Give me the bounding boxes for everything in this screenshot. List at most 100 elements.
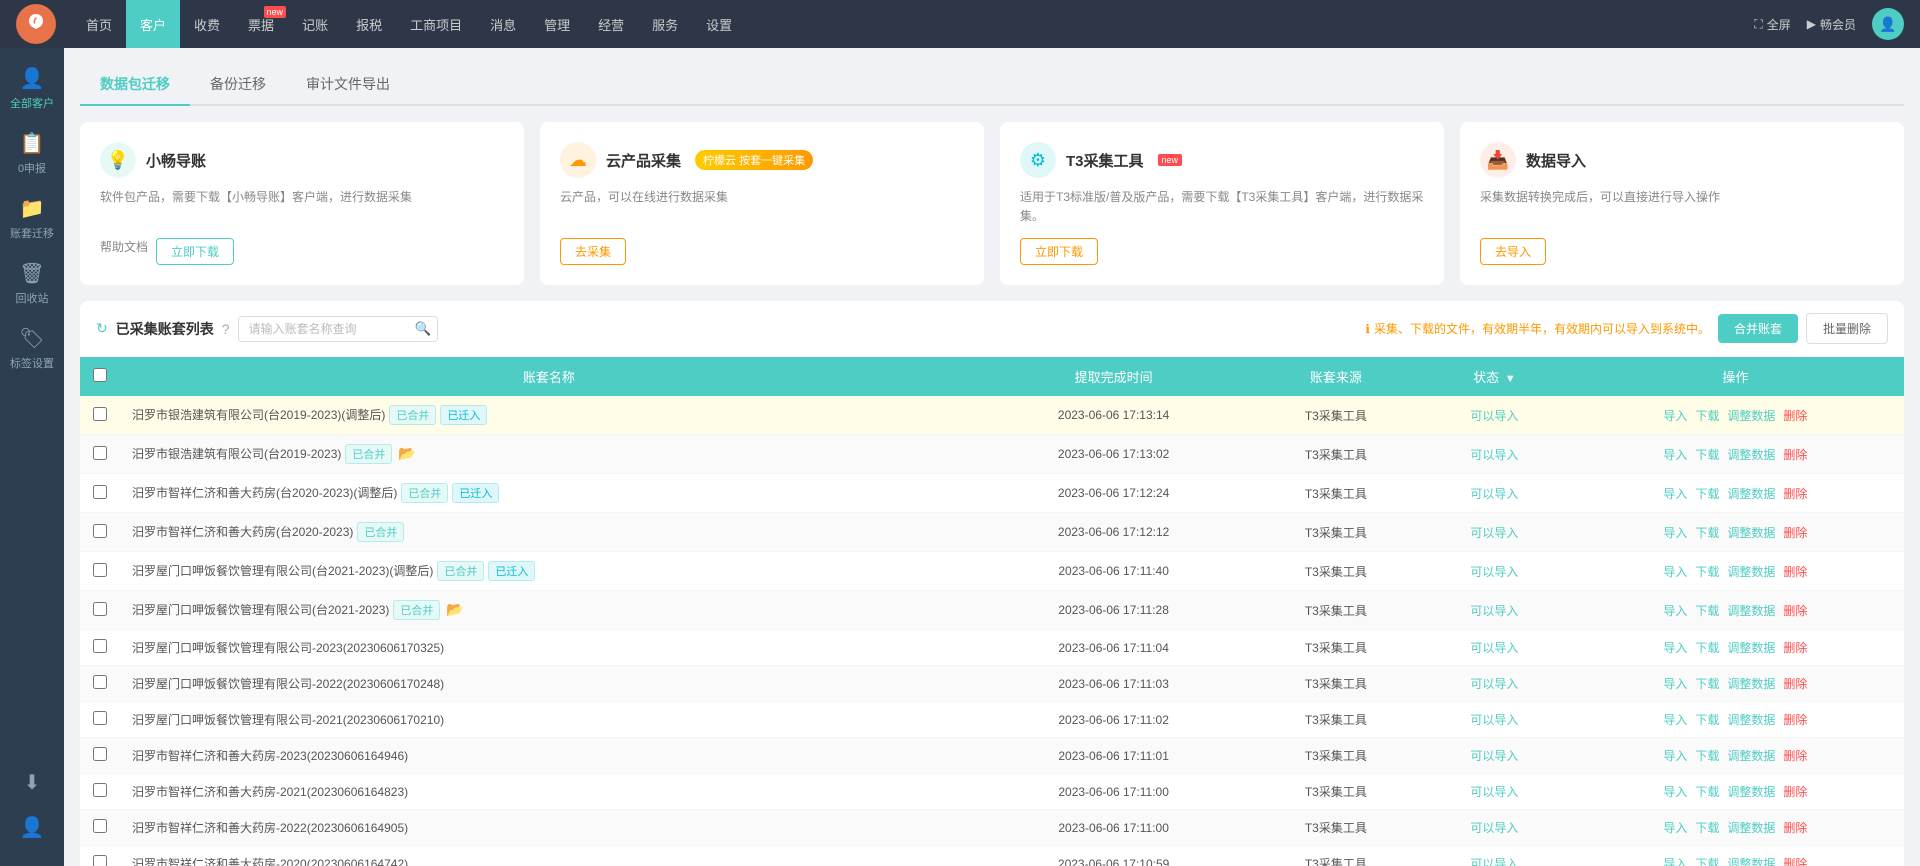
import-link[interactable]: 导入 (1663, 855, 1687, 866)
row-checkbox[interactable] (93, 563, 107, 577)
adjust-link[interactable]: 调整数据 (1727, 855, 1775, 866)
delete-link[interactable]: 删除 (1783, 485, 1807, 502)
adjust-link[interactable]: 调整数据 (1727, 783, 1775, 800)
row-checkbox[interactable] (93, 819, 107, 833)
delete-link[interactable]: 删除 (1783, 524, 1807, 541)
sort-icon[interactable]: ▼ (1505, 373, 1516, 385)
download-link[interactable]: 下载 (1695, 675, 1719, 692)
delete-link[interactable]: 删除 (1783, 407, 1807, 424)
import-link[interactable]: 导入 (1663, 639, 1687, 656)
download-link[interactable]: 下载 (1695, 783, 1719, 800)
adjust-link[interactable]: 调整数据 (1727, 446, 1775, 463)
sidebar-item-account-migration[interactable]: 📁 账套迁移 (0, 186, 64, 251)
download-link[interactable]: 下载 (1695, 407, 1719, 424)
download-link[interactable]: 下载 (1695, 819, 1719, 836)
delete-link[interactable]: 删除 (1783, 783, 1807, 800)
import-link[interactable]: 导入 (1663, 783, 1687, 800)
adjust-link[interactable]: 调整数据 (1727, 819, 1775, 836)
row-checkbox[interactable] (93, 446, 107, 460)
adjust-link[interactable]: 调整数据 (1727, 639, 1775, 656)
row-checkbox[interactable] (93, 407, 107, 421)
delete-link[interactable]: 删除 (1783, 446, 1807, 463)
nav-settings[interactable]: 设置 (692, 0, 746, 48)
adjust-link[interactable]: 调整数据 (1727, 524, 1775, 541)
import-link[interactable]: 导入 (1663, 819, 1687, 836)
header-checkbox[interactable] (80, 357, 120, 396)
sidebar-item-zero-declare[interactable]: 📋 0申报 (0, 121, 64, 186)
row-checkbox[interactable] (93, 855, 107, 866)
nav-manage[interactable]: 管理 (530, 0, 584, 48)
nav-service[interactable]: 服务 (638, 0, 692, 48)
member-button[interactable]: ▶ 畅会员 (1807, 16, 1856, 33)
delete-link[interactable]: 删除 (1783, 855, 1807, 866)
row-checkbox[interactable] (93, 711, 107, 725)
download-link[interactable]: 下载 (1695, 711, 1719, 728)
delete-link[interactable]: 删除 (1783, 639, 1807, 656)
nav-message[interactable]: 消息 (476, 0, 530, 48)
adjust-link[interactable]: 调整数据 (1727, 485, 1775, 502)
batch-delete-button[interactable]: 批量删除 (1806, 313, 1888, 344)
sidebar-item-profile[interactable]: 👤 (16, 805, 49, 850)
download-link[interactable]: 下载 (1695, 485, 1719, 502)
import-link[interactable]: 导入 (1663, 407, 1687, 424)
import-link[interactable]: 导入 (1663, 524, 1687, 541)
delete-link[interactable]: 删除 (1783, 675, 1807, 692)
nav-bookkeeping[interactable]: 记账 (288, 0, 342, 48)
search-button[interactable]: 🔍 (415, 321, 432, 337)
tab-data-migration[interactable]: 数据包迁移 (80, 64, 190, 106)
delete-link[interactable]: 删除 (1783, 602, 1807, 619)
row-checkbox[interactable] (93, 524, 107, 538)
nav-invoice[interactable]: 票据 new (234, 0, 288, 48)
import-link[interactable]: 导入 (1663, 602, 1687, 619)
xiaochang-download-button[interactable]: 立即下载 (156, 238, 234, 265)
delete-link[interactable]: 删除 (1783, 819, 1807, 836)
app-logo[interactable] (16, 4, 56, 44)
help-icon[interactable]: ? (222, 321, 230, 337)
fullscreen-button[interactable]: ⛶ 全屏 (1754, 16, 1790, 33)
import-link[interactable]: 导入 (1663, 446, 1687, 463)
folder-icon[interactable]: 📂 (446, 601, 463, 617)
delete-link[interactable]: 删除 (1783, 747, 1807, 764)
avatar[interactable]: 👤 (1872, 8, 1904, 40)
nav-customer[interactable]: 客户 (126, 0, 180, 48)
adjust-link[interactable]: 调整数据 (1727, 747, 1775, 764)
nav-tax[interactable]: 报税 (342, 0, 396, 48)
nav-operation[interactable]: 经营 (584, 0, 638, 48)
delete-link[interactable]: 删除 (1783, 711, 1807, 728)
row-checkbox[interactable] (93, 675, 107, 689)
tab-backup-migration[interactable]: 备份迁移 (190, 64, 286, 106)
dataimport-button[interactable]: 去导入 (1480, 238, 1546, 265)
search-input[interactable] (238, 316, 438, 342)
tab-audit-export[interactable]: 审计文件导出 (286, 64, 410, 106)
sidebar-item-recycle[interactable]: 🗑 回收站 (0, 251, 64, 316)
adjust-link[interactable]: 调整数据 (1727, 675, 1775, 692)
adjust-link[interactable]: 调整数据 (1727, 711, 1775, 728)
row-checkbox[interactable] (93, 783, 107, 797)
select-all-checkbox[interactable] (93, 368, 107, 382)
merge-button[interactable]: 合并账套 (1718, 314, 1798, 343)
adjust-link[interactable]: 调整数据 (1727, 602, 1775, 619)
row-checkbox[interactable] (93, 602, 107, 616)
download-link[interactable]: 下载 (1695, 639, 1719, 656)
sidebar-item-all-customers[interactable]: 👤 全部客户 (0, 56, 64, 121)
delete-link[interactable]: 删除 (1783, 563, 1807, 580)
folder-icon[interactable]: 📂 (398, 445, 415, 461)
adjust-link[interactable]: 调整数据 (1727, 563, 1775, 580)
import-link[interactable]: 导入 (1663, 711, 1687, 728)
download-link[interactable]: 下载 (1695, 747, 1719, 764)
cloud-collect-button[interactable]: 去采集 (560, 238, 626, 265)
sidebar-item-download[interactable]: ⬇ (16, 760, 49, 805)
nav-home[interactable]: 首页 (72, 0, 126, 48)
refresh-icon[interactable]: ↻ (96, 320, 108, 337)
sidebar-item-tag-settings[interactable]: 🏷 标签设置 (0, 316, 64, 381)
import-link[interactable]: 导入 (1663, 563, 1687, 580)
import-link[interactable]: 导入 (1663, 747, 1687, 764)
row-checkbox[interactable] (93, 485, 107, 499)
row-checkbox[interactable] (93, 747, 107, 761)
download-link[interactable]: 下载 (1695, 855, 1719, 866)
t3-download-button[interactable]: 立即下载 (1020, 238, 1098, 265)
download-link[interactable]: 下载 (1695, 563, 1719, 580)
nav-fee[interactable]: 收费 (180, 0, 234, 48)
help-doc-link[interactable]: 帮助文档 (100, 238, 148, 265)
import-link[interactable]: 导入 (1663, 675, 1687, 692)
